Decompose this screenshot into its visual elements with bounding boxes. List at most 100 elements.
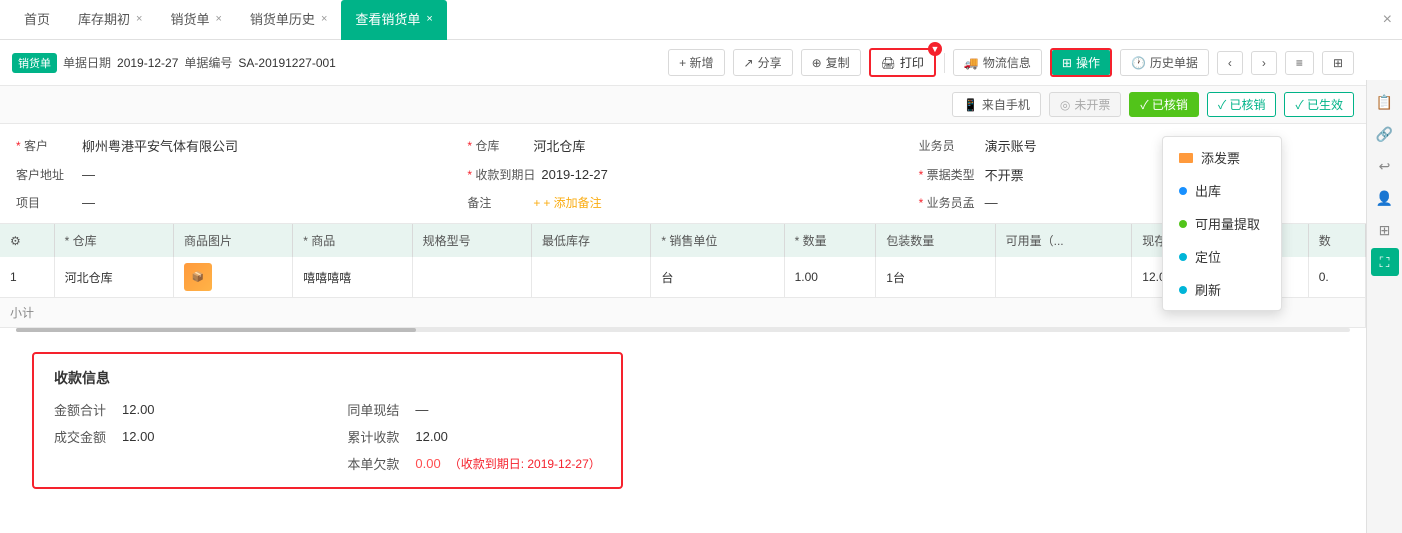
owe-value: 0.00 (415, 456, 440, 471)
new-button[interactable]: + 新增 (668, 49, 724, 76)
active-button[interactable]: ✓ 已生效 (1284, 92, 1354, 117)
row-amount: 0. (1308, 257, 1365, 298)
doc-no-label: 单据编号 (184, 54, 232, 71)
owe-note: （收款到期日: 2019-12-27） (449, 455, 601, 472)
summary-grid: 金额合计 12.00 同单现结 — 成交金额 12.00 累计收款 12.00 (54, 400, 601, 473)
main-content: 销货单 单据日期 2019-12-27 单据编号 SA-20191227-001… (0, 40, 1402, 533)
logistics-icon: 🚚 (964, 56, 979, 70)
right-icon-5[interactable]: ⊞ (1371, 216, 1399, 244)
history-icon: 🕐 (1131, 56, 1146, 70)
staff-label: 业务员 (919, 137, 979, 154)
row-img: 📦 (173, 257, 292, 298)
col-spec: 规格型号 (412, 224, 531, 257)
print-icon: 🖨 (881, 56, 896, 70)
history-button[interactable]: 🕐 历史单据 (1120, 49, 1209, 76)
total-row: 金额合计 12.00 (54, 400, 307, 419)
from-phone-button[interactable]: 📱 来自手机 (952, 92, 1041, 117)
total-value: 12.00 (122, 402, 155, 417)
staff-row: 业务员 演示账号 (919, 136, 1350, 155)
not-open-button[interactable]: ◎ 未开票 (1049, 92, 1122, 117)
row-product: 嘻嘻嘻嘻 (293, 257, 412, 298)
toolbar-divider (944, 53, 945, 73)
subtotal-label: 小计 (0, 298, 1366, 328)
dropdown-available-qty[interactable]: 可用量提取 (1163, 207, 1281, 240)
col-amount: 数 (1308, 224, 1365, 257)
staff2-row: 业务员孟 — (919, 194, 1350, 211)
summary-section: 收款信息 金额合计 12.00 同单现结 — 成交金额 12.00 (0, 332, 1366, 509)
next-button[interactable]: › (1251, 51, 1277, 75)
row-min-stock (532, 257, 651, 298)
logistics-button[interactable]: 🚚 物流信息 (953, 49, 1042, 76)
warehouse-label: 仓库 (467, 137, 527, 154)
right-icon-2[interactable]: 🔗 (1371, 120, 1399, 148)
col-min-stock: 最低库存 (532, 224, 651, 257)
project-label: 项目 (16, 194, 76, 211)
close-all-tabs[interactable]: × (1383, 11, 1392, 29)
col-img: 商品图片 (173, 224, 292, 257)
dropdown-menu: 添发票 出库 可用量提取 定位 刷新 (1162, 136, 1282, 311)
right-icon-3[interactable]: ↩ (1371, 152, 1399, 180)
doc-date-label: 单据日期 (63, 54, 111, 71)
phone-icon: 📱 (963, 98, 978, 112)
print-button[interactable]: 🖨 打印 ▼ (869, 48, 936, 77)
invoice-icon (1179, 153, 1193, 163)
tab-view-sales[interactable]: 查看销货单 × (341, 0, 446, 40)
dropdown-out-warehouse[interactable]: 出库 (1163, 174, 1281, 207)
prev-button[interactable]: ‹ (1217, 51, 1243, 75)
add-remark-button[interactable]: + + 添加备注 (533, 194, 601, 211)
share-button[interactable]: ↗ 分享 (733, 49, 793, 76)
row-spec (412, 257, 531, 298)
operation-button[interactable]: ⊞ 操作 (1052, 50, 1110, 75)
deal-label: 成交金额 (54, 427, 114, 446)
address-value: — (82, 167, 95, 182)
dropdown-refresh[interactable]: 刷新 (1163, 273, 1281, 306)
same-order-value: — (415, 402, 428, 417)
cumulative-value: 12.00 (415, 429, 448, 444)
doc-icon: 销货单 (12, 53, 57, 73)
copy-icon: ⊕ (812, 56, 822, 70)
tab-sales-history[interactable]: 销货单历史 × (236, 0, 341, 40)
dropdown-locate[interactable]: 定位 (1163, 240, 1281, 273)
sold-button[interactable]: ✓ 已核销 (1207, 92, 1277, 117)
summary-title: 收款信息 (54, 368, 601, 388)
col-gear[interactable]: ⚙ (0, 224, 54, 257)
copy-button[interactable]: ⊕ 复制 (801, 49, 861, 76)
right-icon-4[interactable]: 👤 (1371, 184, 1399, 212)
share-icon: ↗ (744, 56, 754, 70)
tab-close-history[interactable]: × (321, 13, 327, 25)
operation-icon: ⊞ (1062, 56, 1072, 70)
staff2-value: — (985, 195, 998, 210)
tab-home[interactable]: 首页 (10, 0, 64, 40)
grid-view-button[interactable]: ⊞ (1322, 51, 1354, 75)
project-row: 项目 — (16, 194, 447, 211)
deal-value: 12.00 (122, 429, 155, 444)
row-qty: 1.00 (784, 257, 876, 298)
confirm-button[interactable]: ✓ 已核销 (1129, 92, 1199, 117)
customer-value: 柳州粤港平安气体有限公司 (82, 136, 238, 155)
tab-sales[interactable]: 销货单 × (156, 0, 235, 40)
add-icon: + (533, 196, 540, 210)
total-label: 金额合计 (54, 400, 114, 419)
right-icon-1[interactable]: 📋 (1371, 88, 1399, 116)
payment-date-label: 收款到期日 (467, 166, 535, 183)
right-icon-6[interactable]: ⛶ (1371, 248, 1399, 276)
cumulative-row: 累计收款 12.00 (347, 427, 600, 446)
owe-row-spacer (54, 454, 307, 473)
row-unit: 台 (651, 257, 784, 298)
doc-title: 销货单 单据日期 2019-12-27 单据编号 SA-20191227-001 (12, 53, 336, 73)
warehouse-row: 仓库 河北仓库 (467, 136, 898, 155)
subtotal-row: 小计 (0, 298, 1366, 328)
address-label: 客户地址 (16, 166, 76, 183)
deal-row: 成交金额 12.00 (54, 427, 307, 446)
table-row: 1 河北仓库 📦 嘻嘻嘻嘻 台 1.00 1台 12.00 (0, 257, 1366, 298)
staff-value: 演示账号 (985, 136, 1037, 155)
project-value: — (82, 195, 95, 210)
tab-close-sales[interactable]: × (215, 13, 221, 25)
dropdown-add-invoice[interactable]: 添发票 (1163, 141, 1281, 174)
tab-close-inventory[interactable]: × (136, 13, 142, 25)
doc-no-value: SA-20191227-001 (238, 56, 335, 70)
tab-inventory[interactable]: 库存期初 × (64, 0, 156, 40)
list-view-button[interactable]: ≡ (1285, 51, 1314, 75)
col-unit: * 销售单位 (651, 224, 784, 257)
tab-close-view-sales[interactable]: × (426, 13, 432, 25)
